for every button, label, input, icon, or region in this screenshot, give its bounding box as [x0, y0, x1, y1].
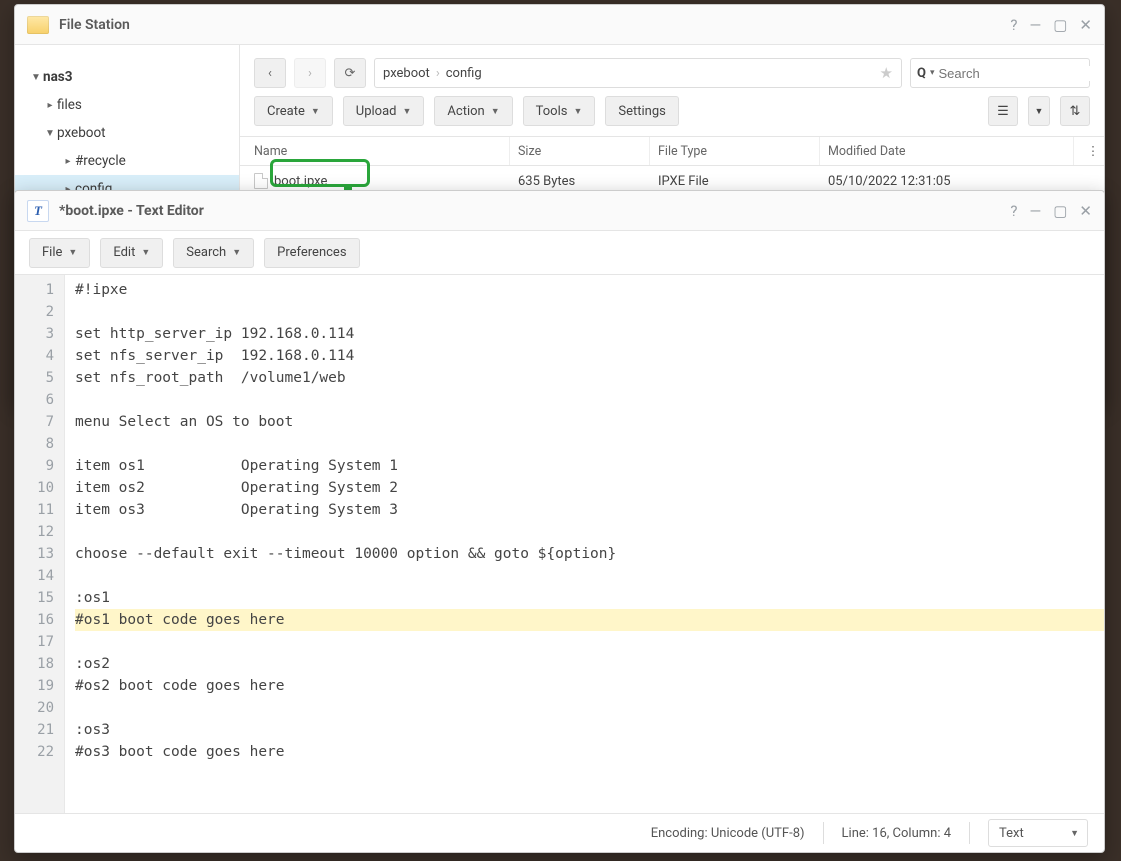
- view-options-button[interactable]: ▼: [1028, 96, 1050, 126]
- col-date[interactable]: Modified Date: [820, 137, 1074, 165]
- maximize-icon[interactable]: ▢: [1053, 16, 1067, 34]
- close-icon[interactable]: ✕: [1079, 16, 1092, 34]
- editor-title: *boot.ipxe - Text Editor: [59, 203, 204, 219]
- file-size: 635 Bytes: [510, 174, 650, 189]
- upload-button[interactable]: Upload▼: [343, 96, 425, 126]
- file-icon: [254, 173, 268, 189]
- breadcrumb-part[interactable]: config: [446, 66, 482, 81]
- line-gutter: 12345678910111213141516171819202122: [15, 275, 65, 813]
- star-icon[interactable]: ★: [880, 64, 893, 82]
- minimize-icon[interactable]: —: [1030, 202, 1042, 220]
- code-editor[interactable]: #!ipxeset http_server_ip 192.168.0.114se…: [65, 275, 1104, 813]
- folder-icon: [27, 16, 49, 34]
- file-name: boot.ipxe: [274, 174, 327, 189]
- help-icon[interactable]: ?: [1010, 202, 1017, 220]
- breadcrumb[interactable]: pxeboot › config ★: [374, 58, 902, 88]
- view-list-button[interactable]: ☰: [988, 96, 1018, 126]
- text-editor-window: T *boot.ipxe - Text Editor ? — ▢ ✕ File▼…: [14, 190, 1105, 853]
- col-size[interactable]: Size: [510, 137, 650, 165]
- text-editor-titlebar[interactable]: T *boot.ipxe - Text Editor ? — ▢ ✕: [15, 191, 1104, 231]
- menu-edit[interactable]: Edit▼: [100, 238, 163, 268]
- tree-item-pxeboot[interactable]: ▼pxeboot: [15, 119, 239, 147]
- maximize-icon[interactable]: ▢: [1053, 202, 1067, 220]
- file-station-titlebar[interactable]: File Station ? — ▢ ✕: [15, 5, 1104, 45]
- tree-item-files[interactable]: ▸files: [15, 91, 239, 119]
- create-button[interactable]: Create▼: [254, 96, 333, 126]
- status-bar: Encoding: Unicode (UTF-8) Line: 16, Colu…: [15, 814, 1104, 852]
- editor-menubar: File▼ Edit▼ Search▼ Preferences: [15, 231, 1104, 275]
- nav-forward-button: ›: [294, 58, 326, 88]
- tools-button[interactable]: Tools▼: [523, 96, 596, 126]
- menu-file[interactable]: File▼: [29, 238, 90, 268]
- search-input[interactable]: [939, 66, 1105, 81]
- close-icon[interactable]: ✕: [1079, 202, 1092, 220]
- settings-button[interactable]: Settings: [605, 96, 678, 126]
- columns-menu-icon[interactable]: ⋮: [1074, 137, 1104, 165]
- menu-preferences[interactable]: Preferences: [264, 238, 359, 268]
- text-editor-icon: T: [27, 200, 49, 222]
- sort-button[interactable]: ⇅: [1060, 96, 1090, 126]
- file-date: 05/10/2022 12:31:05: [820, 174, 1104, 189]
- menu-search[interactable]: Search▼: [173, 238, 254, 268]
- search-icon: Q: [917, 66, 926, 81]
- table-header: Name Size File Type Modified Date ⋮: [240, 136, 1104, 166]
- tree-root[interactable]: ▼nas3: [15, 63, 239, 91]
- file-type: IPXE File: [650, 174, 820, 189]
- status-position: Line: 16, Column: 4: [842, 826, 951, 841]
- tree-item-recycle[interactable]: ▸#recycle: [15, 147, 239, 175]
- action-button[interactable]: Action▼: [434, 96, 512, 126]
- help-icon[interactable]: ?: [1010, 16, 1017, 34]
- syntax-dropdown[interactable]: Text▼: [988, 819, 1088, 847]
- breadcrumb-part[interactable]: pxeboot: [383, 66, 430, 81]
- col-name[interactable]: Name: [240, 137, 510, 165]
- status-encoding: Encoding: Unicode (UTF-8): [651, 826, 805, 841]
- window-title: File Station: [59, 17, 130, 33]
- minimize-icon[interactable]: —: [1030, 16, 1042, 34]
- refresh-button[interactable]: ⟳: [334, 58, 366, 88]
- search-input-wrap[interactable]: Q▾: [910, 58, 1090, 88]
- nav-back-button[interactable]: ‹: [254, 58, 286, 88]
- col-type[interactable]: File Type: [650, 137, 820, 165]
